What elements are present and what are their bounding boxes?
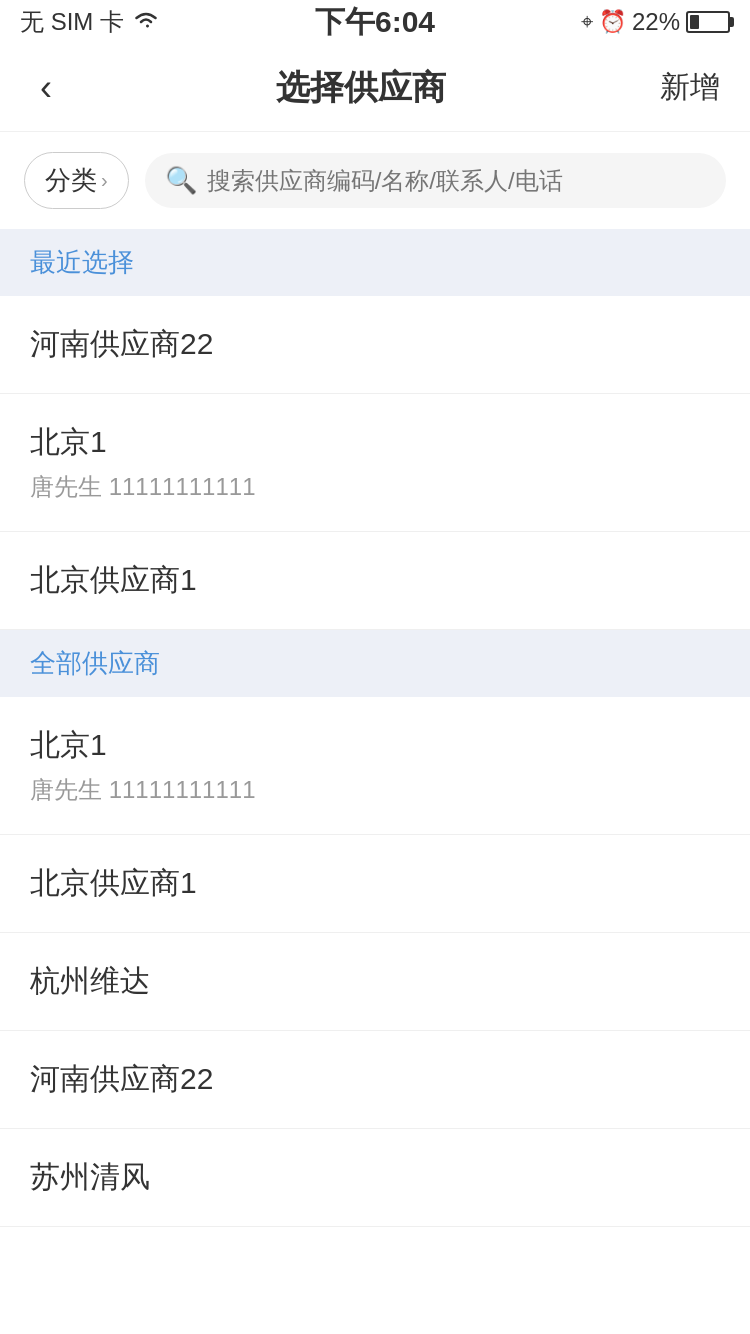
category-label: 分类 [45, 163, 97, 198]
alarm-icon: ⏰ [599, 9, 626, 35]
search-input[interactable] [207, 167, 706, 195]
item-name: 苏州清风 [30, 1157, 720, 1198]
sections-container: 最近选择河南供应商22 北京1 唐先生 11111111111 北京供应商1 全部供应商… [0, 229, 750, 1227]
list-item-0-2[interactable]: 北京供应商1 [0, 532, 750, 630]
list-item-1-4[interactable]: 苏州清风 [0, 1129, 750, 1227]
list-item-1-0[interactable]: 北京1 唐先生 11111111111 [0, 697, 750, 835]
status-time: 下午6:04 [315, 2, 435, 43]
search-area: 分类 › 🔍 [0, 132, 750, 229]
list-item-1-3[interactable]: 河南供应商22 [0, 1031, 750, 1129]
item-sub: 唐先生 11111111111 [30, 774, 720, 806]
list-item-0-0[interactable]: 河南供应商22 [0, 296, 750, 394]
item-name: 杭州维达 [30, 961, 720, 1002]
item-name: 北京供应商1 [30, 863, 720, 904]
section-header-1: 全部供应商 [0, 630, 750, 697]
item-name: 河南供应商22 [30, 1059, 720, 1100]
back-button[interactable]: ‹ [30, 57, 62, 119]
status-left: 无 SIM 卡 [20, 6, 160, 38]
list-item-0-1[interactable]: 北京1 唐先生 11111111111 [0, 394, 750, 532]
section-header-0: 最近选择 [0, 229, 750, 296]
item-name: 河南供应商22 [30, 324, 720, 365]
item-sub: 唐先生 11111111111 [30, 471, 720, 503]
item-name: 北京供应商1 [30, 560, 720, 601]
list-item-1-1[interactable]: 北京供应商1 [0, 835, 750, 933]
nav-bar: ‹ 选择供应商 新增 [0, 44, 750, 132]
carrier-label: 无 SIM 卡 [20, 6, 124, 38]
wifi-icon [132, 8, 160, 36]
status-right: ⌖ ⏰ 22% [581, 8, 730, 36]
battery-icon [686, 11, 730, 33]
location-icon: ⌖ [581, 9, 593, 35]
category-button[interactable]: 分类 › [24, 152, 129, 209]
page-title: 选择供应商 [276, 65, 446, 111]
search-icon: 🔍 [165, 165, 197, 196]
battery-percent: 22% [632, 8, 680, 36]
list-item-1-2[interactable]: 杭州维达 [0, 933, 750, 1031]
item-name: 北京1 [30, 422, 720, 463]
add-button[interactable]: 新增 [660, 67, 720, 108]
chevron-right-icon: › [101, 169, 108, 192]
status-bar: 无 SIM 卡 下午6:04 ⌖ ⏰ 22% [0, 0, 750, 44]
item-name: 北京1 [30, 725, 720, 766]
search-box: 🔍 [145, 153, 726, 208]
